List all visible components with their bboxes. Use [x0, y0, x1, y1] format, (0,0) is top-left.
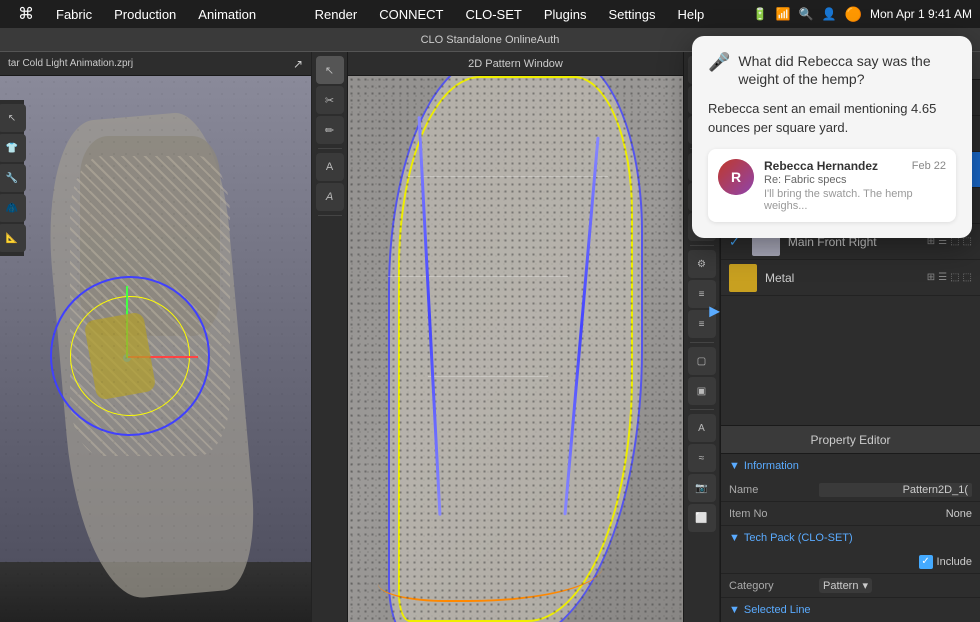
prop-category-row: Category Pattern ▾: [721, 574, 980, 598]
rt-sq[interactable]: ⬜: [688, 504, 716, 532]
expand-icon[interactable]: ↗: [293, 57, 303, 71]
menu-production[interactable]: Production: [104, 5, 186, 24]
menu-connect[interactable]: CONNECT: [369, 5, 453, 24]
sender-avatar: R: [718, 159, 754, 195]
rt-box1[interactable]: ▢: [688, 347, 716, 375]
center-2d-panel: ↖ ✂ ✏ A A 2D Pattern Window: [312, 52, 720, 622]
prop-name-value: Pattern2D_1(: [819, 483, 972, 497]
tool-text-a1[interactable]: A: [316, 153, 344, 181]
battery-icon: 🔋: [753, 7, 768, 21]
scene-filename: tar Cold Light Animation.zprj: [8, 58, 133, 69]
menu-right-area: 🔋 📶 🔍 👤 🟠 Mon Apr 1 9:41 AM: [753, 6, 972, 23]
info-label: Information: [744, 460, 799, 472]
techpack-section-header[interactable]: ▼ Tech Pack (CLO-SET): [721, 526, 980, 550]
ai-question-area: 🎤 What did Rebecca say was the weight of…: [708, 52, 956, 88]
selected-line-label: Selected Line: [744, 604, 811, 616]
pattern-window-title: 2D Pattern Window: [468, 58, 563, 70]
pattern-tool-bar-left: ↖ ✂ ✏ A A: [312, 52, 348, 622]
left-3d-panel: tar Cold Light Animation.zprj ↗: [0, 52, 312, 622]
include-checkbox[interactable]: ✓: [919, 555, 933, 569]
tool-cut[interactable]: ✂: [316, 86, 344, 114]
techpack-label: Tech Pack (CLO-SET): [744, 532, 853, 544]
avatar-icon[interactable]: 🟠: [845, 6, 862, 23]
tool-arrow[interactable]: ↖: [316, 56, 344, 84]
pattern-window-header: 2D Pattern Window: [348, 52, 683, 76]
ai-chat-popup: 🎤 What did Rebecca say was the weight of…: [692, 36, 972, 238]
left-panel-header: tar Cold Light Animation.zprj ↗: [0, 52, 311, 76]
email-date: Feb 22: [912, 160, 946, 172]
user-icon[interactable]: 👤: [822, 7, 837, 21]
pattern-view[interactable]: [348, 76, 683, 622]
tool-text-a2[interactable]: A: [316, 183, 344, 211]
prop-name-row: Name Pattern2D_1(: [721, 478, 980, 502]
prop-itemno-value: None: [819, 508, 972, 520]
viewport-3d[interactable]: ↖ 👕 🔧 🧥 📐: [0, 76, 311, 622]
rt-box2[interactable]: ▣: [688, 377, 716, 405]
email-info: Rebecca Hernandez Feb 22 Re: Fabric spec…: [764, 159, 946, 212]
property-editor-header: Property Editor: [721, 426, 980, 454]
rt-camera[interactable]: 📷: [688, 474, 716, 502]
wifi-icon: 📶: [776, 7, 791, 21]
vp-tool-garment[interactable]: 🧥: [0, 194, 26, 222]
ai-question-text: What did Rebecca say was the weight of t…: [738, 52, 956, 88]
viewport-tools-left: ↖ 👕 🔧 🧥 📐: [0, 100, 24, 256]
vp-tool-ruler[interactable]: 📐: [0, 224, 26, 252]
rt-text[interactable]: A: [688, 414, 716, 442]
menu-bar: ⌘ Fabric Production Animation Render CON…: [0, 0, 980, 28]
menu-closet[interactable]: CLO-SET: [456, 5, 532, 24]
property-editor: Property Editor ▼ Information Name Patte…: [721, 425, 980, 622]
email-preview: I'll bring the swatch. The hemp weighs..…: [764, 188, 946, 212]
selected-line-section-header[interactable]: ▼ Selected Line: [721, 598, 980, 622]
chevron-down-icon: ▾: [862, 579, 868, 592]
prop-name-label: Name: [729, 484, 819, 496]
vp-tool-select[interactable]: ↖: [0, 104, 26, 132]
email-sender: Rebecca Hernandez: [764, 159, 878, 173]
search-icon[interactable]: 🔍: [799, 7, 814, 21]
email-subject: Re: Fabric specs: [764, 174, 946, 186]
prop-itemno-row: Item No None: [721, 502, 980, 526]
ai-answer-text: Rebecca sent an email mentioning 4.65 ou…: [708, 100, 956, 136]
category-dropdown[interactable]: Pattern ▾: [819, 578, 872, 593]
information-section-header[interactable]: ▼ Information: [721, 454, 980, 478]
ai-email-card[interactable]: R Rebecca Hernandez Feb 22 Re: Fabric sp…: [708, 149, 956, 222]
menu-plugins[interactable]: Plugins: [534, 5, 597, 24]
prop-include-row: ✓ Include: [721, 550, 980, 574]
rt-wave[interactable]: ≈: [688, 444, 716, 472]
info-chevron: ▼: [729, 460, 740, 472]
menu-render[interactable]: Render: [305, 5, 368, 24]
object-row-metal[interactable]: Metal ⊞☰⬚⬚: [721, 260, 980, 296]
vp-tool-shirt[interactable]: 👕: [0, 134, 26, 162]
prop-itemno-label: Item No: [729, 508, 819, 520]
menu-settings[interactable]: Settings: [598, 5, 665, 24]
menu-fabric[interactable]: Fabric: [46, 5, 102, 24]
mic-icon: 🎤: [708, 52, 730, 73]
selected-line-chevron: ▼: [729, 604, 740, 616]
rt-settings[interactable]: ⚙: [688, 250, 716, 278]
obj-name-metal: Metal: [765, 271, 919, 285]
thumb-metal: [729, 264, 757, 292]
menu-apple[interactable]: ⌘: [8, 2, 44, 26]
prop-category-label: Category: [729, 580, 819, 592]
techpack-chevron: ▼: [729, 532, 740, 544]
app-title: CLO Standalone OnlineAuth: [421, 34, 560, 46]
datetime-display: Mon Apr 1 9:41 AM: [870, 7, 972, 21]
vp-tool-wrench[interactable]: 🔧: [0, 164, 26, 192]
category-value: Pattern: [823, 580, 858, 592]
include-label: Include: [937, 556, 972, 568]
obj-icons-5: ⊞☰⬚⬚: [927, 272, 972, 283]
menu-help[interactable]: Help: [667, 5, 714, 24]
property-editor-title: Property Editor: [810, 433, 890, 447]
menu-animation[interactable]: Animation: [188, 5, 266, 24]
tool-pen[interactable]: ✏: [316, 116, 344, 144]
